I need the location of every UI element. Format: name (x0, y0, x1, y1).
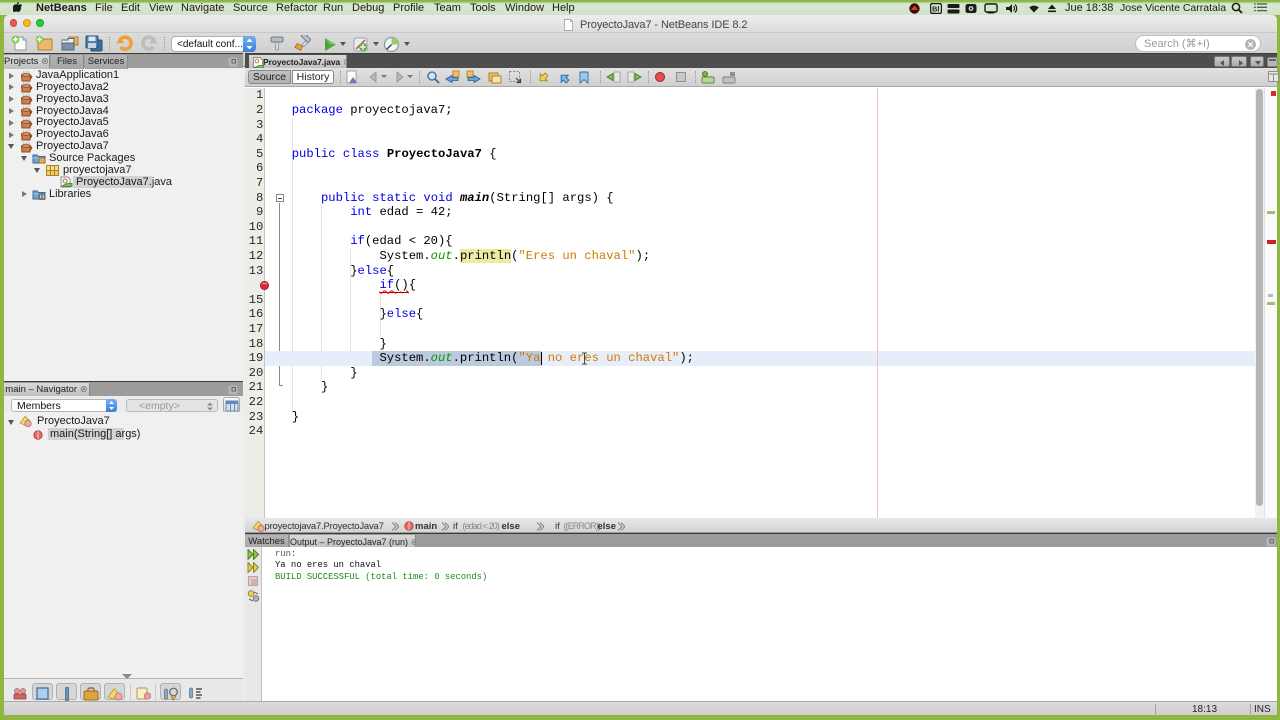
svg-text:Bl: Bl (932, 4, 940, 13)
